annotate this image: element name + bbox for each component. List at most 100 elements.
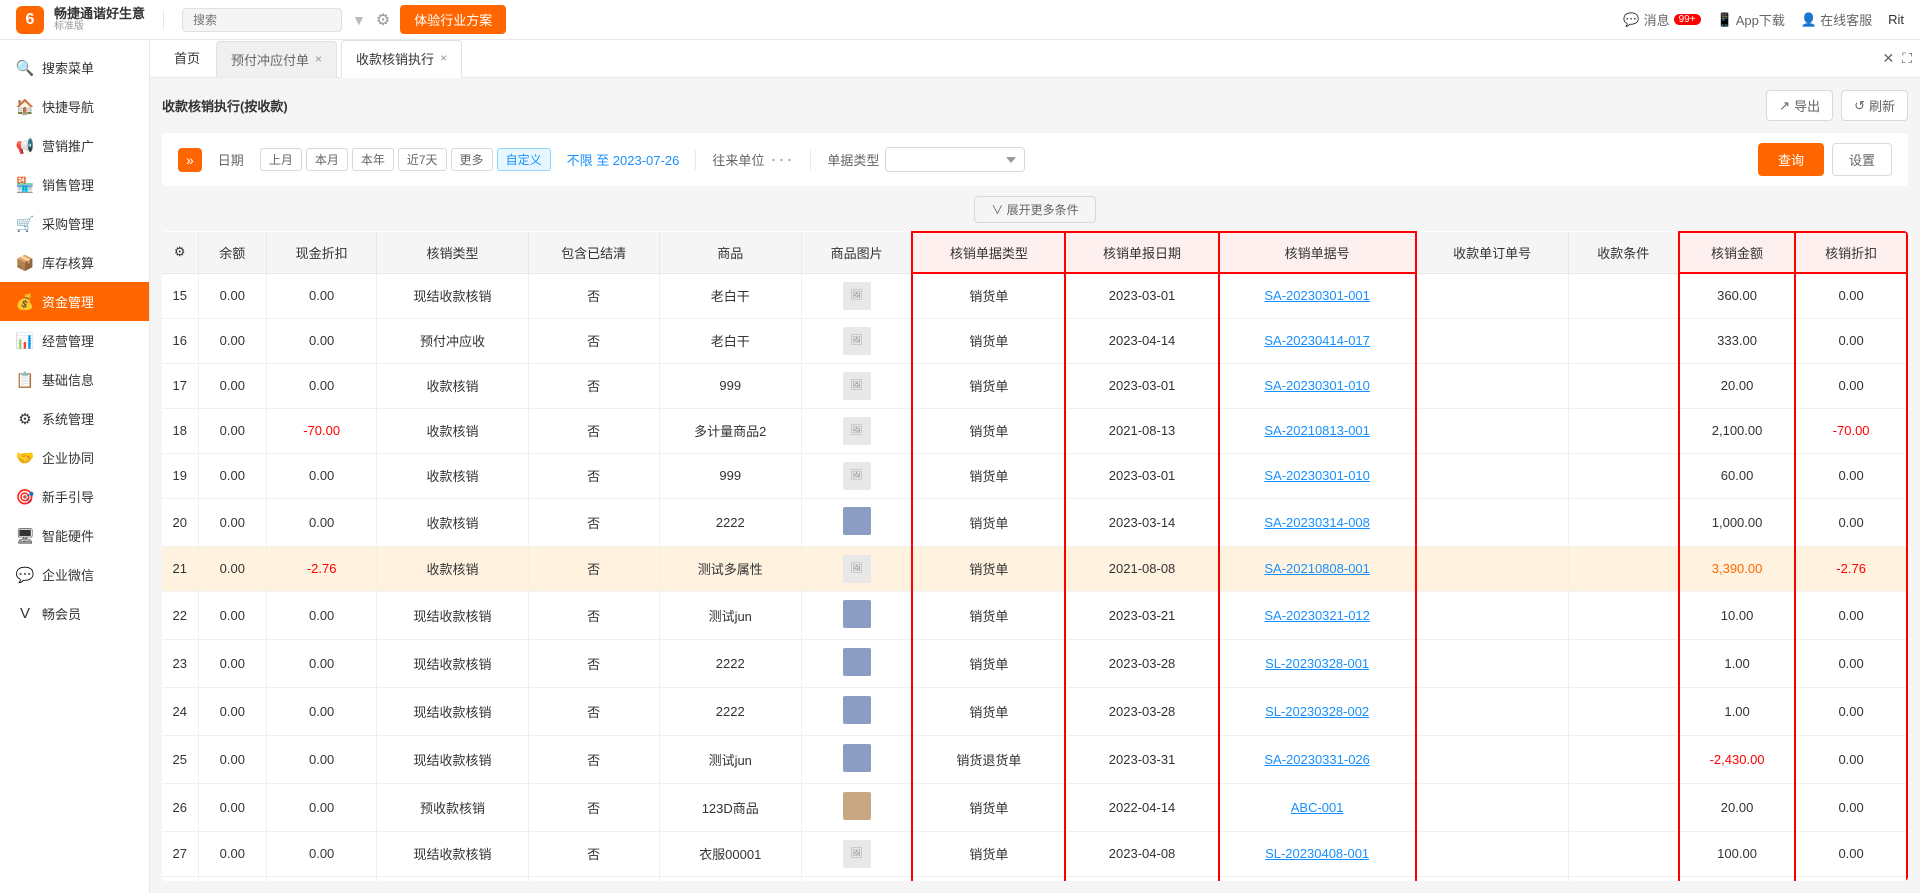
table-body: 15 0.00 0.00 现结收款核销 否 老白干 🖼 销货单 2023-03-…	[162, 273, 1907, 881]
td-discount: 0.00	[1795, 591, 1907, 639]
query-btn[interactable]: 查询	[1758, 143, 1824, 176]
sidebar-item-fund[interactable]: 💰 资金管理	[0, 282, 149, 321]
date-range-text: 不限 至 2023-07-26	[567, 150, 680, 169]
tab-home[interactable]: 首页	[158, 40, 216, 77]
setting-btn[interactable]: 设置	[1832, 143, 1892, 176]
enterprise-icon: 🤝	[16, 449, 34, 467]
th-payment-cond: 收款条件	[1568, 232, 1679, 273]
date-7days-btn[interactable]: 近7天	[398, 148, 447, 171]
td-goods: 测试jun	[659, 591, 801, 639]
td-doc-no[interactable]: SL-20230328-001	[1219, 639, 1416, 687]
sidebar-item-quick-nav[interactable]: 🏠 快捷导航	[0, 87, 149, 126]
td-type: 现结收款核销	[377, 735, 529, 783]
td-doc-no[interactable]: SA-20230314-008	[1219, 498, 1416, 546]
close-window-btn[interactable]: ✕	[1882, 50, 1894, 67]
td-amount: 20.00	[1679, 363, 1795, 408]
sidebar-item-sales[interactable]: 🏪 销售管理	[0, 165, 149, 204]
td-order-no	[1416, 876, 1568, 881]
td-goods-img: 🖼	[801, 408, 912, 453]
td-payment-cond	[1568, 408, 1679, 453]
td-doc-no[interactable]: ABC-001	[1219, 783, 1416, 831]
tab-receipt-close[interactable]: ×	[440, 51, 447, 65]
th-gear[interactable]: ⚙	[162, 232, 198, 273]
td-doc-date: 2023-03-01	[1065, 363, 1218, 408]
td-payment-cond	[1568, 546, 1679, 591]
td-payment-cond	[1568, 831, 1679, 876]
sidebar-item-system[interactable]: ⚙ 系统管理	[0, 399, 149, 438]
expand-more-btn[interactable]: ∨ 展开更多条件	[974, 196, 1095, 223]
td-doc-no[interactable]: SA-20210808-001	[1219, 546, 1416, 591]
message-area[interactable]: 💬 消息 99+	[1623, 10, 1700, 29]
date-last-month-btn[interactable]: 上月	[260, 148, 302, 171]
refresh-btn[interactable]: ↺ 刷新	[1841, 90, 1908, 121]
date-custom-btn[interactable]: 自定义	[497, 148, 551, 171]
sidebar-item-hardware[interactable]: 🖥 智能硬件	[0, 516, 149, 555]
sidebar-item-purchase[interactable]: 🛒 采购管理	[0, 204, 149, 243]
td-amount: 1,000.00	[1679, 498, 1795, 546]
sidebar-label-purchase: 采购管理	[42, 214, 94, 233]
page-title-actions: ↗ 导出 ↺ 刷新	[1766, 90, 1908, 121]
sidebar-label-sales: 销售管理	[42, 175, 94, 194]
td-discount: 0.00	[1795, 876, 1907, 881]
sidebar-item-wechat[interactable]: 💬 企业微信	[0, 555, 149, 594]
td-cash-discount: 0.00	[267, 453, 377, 498]
brand-icon: 6	[16, 6, 44, 34]
th-balance: 余额	[198, 232, 267, 273]
td-included: 否	[528, 273, 659, 318]
td-payment-cond	[1568, 687, 1679, 735]
sidebar-item-basic[interactable]: 📋 基础信息	[0, 360, 149, 399]
td-doc-no[interactable]: SL-20230418-001	[1219, 876, 1416, 881]
date-more-btn[interactable]: 更多	[451, 148, 493, 171]
sidebar-item-enterprise[interactable]: 🤝 企业协同	[0, 438, 149, 477]
td-discount: -70.00	[1795, 408, 1907, 453]
inventory-icon: 📦	[16, 254, 34, 272]
date-this-month-btn[interactable]: 本月	[306, 148, 348, 171]
industry-solution-btn[interactable]: 体验行业方案	[400, 5, 506, 34]
fund-icon: 💰	[16, 293, 34, 311]
td-type: 收款核销	[377, 498, 529, 546]
sidebar-item-inventory[interactable]: 📦 库存核算	[0, 243, 149, 282]
td-doc-no[interactable]: SA-20230414-017	[1219, 318, 1416, 363]
sidebar-label-system: 系统管理	[42, 409, 94, 428]
td-doc-no[interactable]: SA-20230301-010	[1219, 453, 1416, 498]
td-doc-no[interactable]: SA-20230331-026	[1219, 735, 1416, 783]
maximize-btn[interactable]: ⛶	[1902, 50, 1912, 67]
tab-prepay[interactable]: 预付冲应付单 ×	[216, 41, 337, 77]
td-discount: -2.76	[1795, 546, 1907, 591]
td-amount: 100.00	[1679, 831, 1795, 876]
top-search-input[interactable]	[182, 8, 342, 32]
td-order-no	[1416, 591, 1568, 639]
td-doc-no[interactable]: SA-20210813-001	[1219, 408, 1416, 453]
date-this-year-btn[interactable]: 本年	[352, 148, 394, 171]
td-doc-no[interactable]: SA-20230321-012	[1219, 591, 1416, 639]
search-chevron[interactable]: ▼	[352, 12, 366, 28]
td-doc-no[interactable]: SL-20230328-002	[1219, 687, 1416, 735]
filter-expand-btn[interactable]: »	[178, 148, 202, 172]
td-id: 18	[162, 408, 198, 453]
filter-doc-type-select[interactable]	[885, 147, 1025, 172]
user-label[interactable]: Rit	[1888, 12, 1904, 27]
td-goods: 老白干	[659, 318, 801, 363]
td-doc-date: 2023-03-14	[1065, 498, 1218, 546]
service-icon: 👤	[1801, 12, 1817, 28]
sidebar-item-search-menu[interactable]: 🔍 搜索菜单	[0, 48, 149, 87]
td-doc-no[interactable]: SL-20230408-001	[1219, 831, 1416, 876]
td-type: 现结收款核销	[377, 591, 529, 639]
sidebar-item-biz[interactable]: 📊 经营管理	[0, 321, 149, 360]
sidebar-item-guide[interactable]: 🎯 新手引导	[0, 477, 149, 516]
td-doc-type: 销货单	[912, 453, 1065, 498]
td-doc-no[interactable]: SA-20230301-010	[1219, 363, 1416, 408]
th-goods-img: 商品图片	[801, 232, 912, 273]
top-bar-right: 💬 消息 99+ 📱 App下载 👤 在线客服 Rit	[1623, 10, 1904, 29]
tab-receipt[interactable]: 收款核销执行 ×	[341, 40, 462, 78]
app-download[interactable]: 📱 App下载	[1717, 10, 1785, 29]
tab-prepay-close[interactable]: ×	[315, 52, 322, 66]
sidebar-item-marketing[interactable]: 📢 营销推广	[0, 126, 149, 165]
table-wrap[interactable]: ⚙ 余额 现金折扣 核销类型 包含已结清 商品 商品图片 核销单据类型 核销单报…	[162, 231, 1908, 881]
settings-gear-icon[interactable]: ⚙	[376, 10, 390, 30]
export-btn[interactable]: ↗ 导出	[1766, 90, 1833, 121]
td-doc-no[interactable]: SA-20230301-001	[1219, 273, 1416, 318]
online-service[interactable]: 👤 在线客服	[1801, 10, 1872, 29]
system-icon: ⚙	[16, 410, 34, 428]
sidebar-item-vip[interactable]: V 畅会员	[0, 594, 149, 633]
